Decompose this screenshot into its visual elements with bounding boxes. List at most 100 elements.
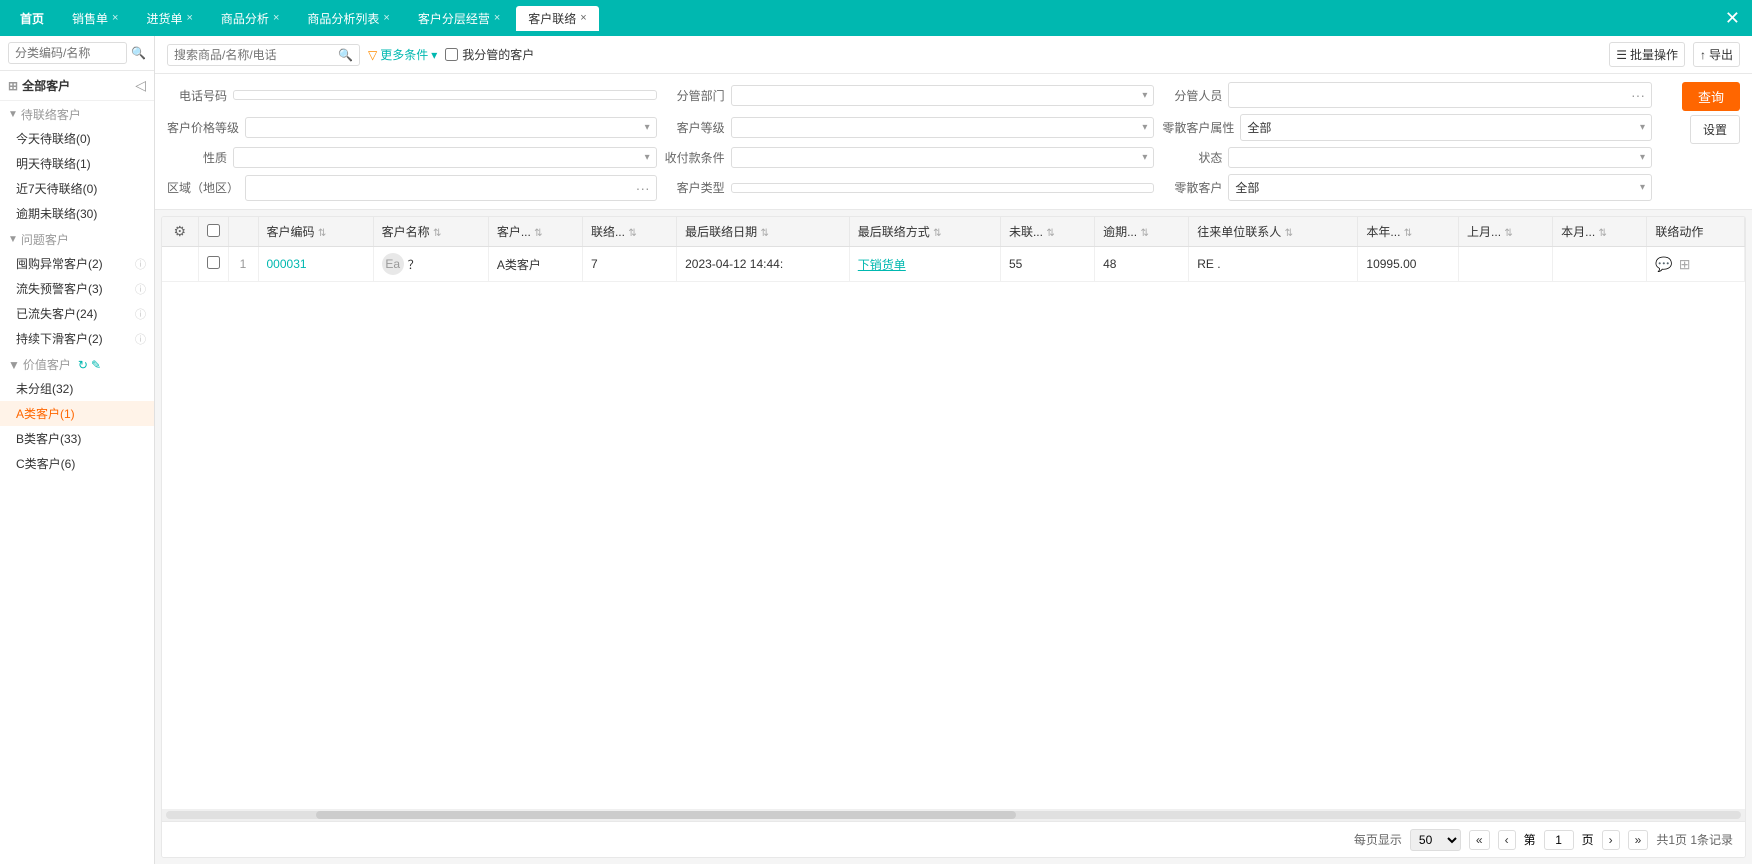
row-settings-cell <box>162 247 198 282</box>
dept-label: 分管部门 <box>665 87 725 104</box>
filter-row-2: 客户价格等级 ▾ 客户等级 ▾ <box>167 114 1652 141</box>
settings-button[interactable]: 设置 <box>1690 115 1740 144</box>
sidebar-item-abnormal-hoard[interactable]: 囤购异常客户(2) ⓘ <box>0 251 154 276</box>
nav-tab-close-product-analysis[interactable]: × <box>273 12 279 24</box>
row-no-contact-cell: 55 <box>1000 247 1094 282</box>
payment-dropdown-icon: ▾ <box>1142 152 1147 163</box>
row-unit-contact-cell: RE . <box>1189 247 1358 282</box>
sidebar-item-declining[interactable]: 持续下滑客户(2) ⓘ <box>0 326 154 351</box>
payment-label: 收付款条件 <box>665 149 725 166</box>
last-method-link[interactable]: 下销货单 <box>858 258 906 272</box>
query-button[interactable]: 查询 <box>1682 82 1740 111</box>
sidebar-item-tomorrow-pending[interactable]: 明天待联络(1) <box>0 151 154 176</box>
row-action-cell: 💬 ⊞ <box>1647 247 1745 282</box>
nav-tab-close-product-analysis-list[interactable]: × <box>383 12 389 24</box>
row-checkbox[interactable] <box>207 256 220 269</box>
first-page-button[interactable]: « <box>1469 830 1490 850</box>
customer-table: ⚙ 客户编码 ⇅ 客户名称 <box>162 217 1745 282</box>
sort-overdue-icon: ⇅ <box>1140 228 1148 239</box>
sort-thismonth-icon: ⇅ <box>1599 228 1607 239</box>
my-customers-check[interactable] <box>445 48 458 61</box>
page-label: 第 <box>1524 831 1536 848</box>
scroll-thumb[interactable] <box>316 811 1016 819</box>
payment-select[interactable]: ▾ <box>731 147 1155 168</box>
sidebar-item-overdue-pending[interactable]: 逾期未联络(30) <box>0 201 154 226</box>
person-label: 分管人员 <box>1162 87 1222 104</box>
prev-page-button[interactable]: ‹ <box>1498 830 1516 850</box>
table-scroll-area[interactable]: ⚙ 客户编码 ⇅ 客户名称 <box>162 217 1745 809</box>
nav-tab-customer-layer[interactable]: 客户分层经营 × <box>406 6 512 31</box>
per-page-select[interactable]: 50 100 200 <box>1410 829 1461 851</box>
close-all-tabs-button[interactable]: ✕ <box>1721 4 1744 33</box>
next-page-button[interactable]: › <box>1602 830 1620 850</box>
status-label: 状态 <box>1162 149 1222 166</box>
table-header-num <box>228 217 258 247</box>
customer-type-input[interactable] <box>731 183 1155 193</box>
nav-tab-close-customer-layer[interactable]: × <box>494 12 500 24</box>
price-grade-label: 客户价格等级 <box>167 119 239 136</box>
filter-cell-customer-type: 客户类型 <box>665 179 1155 196</box>
nav-tab-sales[interactable]: 销售单 × <box>60 6 130 31</box>
sort-thisyear-icon: ⇅ <box>1404 228 1412 239</box>
table-row: 1 000031 Ea ？ <box>162 247 1745 282</box>
nature-select[interactable]: ▾ <box>233 147 657 168</box>
export-button[interactable]: ↑ 导出 <box>1693 42 1740 67</box>
sidebar-item-today-pending[interactable]: 今天待联络(0) <box>0 126 154 151</box>
page-number-input[interactable] <box>1544 830 1574 850</box>
nav-tab-product-analysis-list[interactable]: 商品分析列表 × <box>295 6 401 31</box>
my-customers-checkbox: 我分管的客户 <box>445 46 534 63</box>
retail-attr-select[interactable]: 全部 ▾ <box>1240 114 1652 141</box>
search-input[interactable] <box>174 48 334 62</box>
person-select[interactable]: ··· <box>1228 82 1652 108</box>
batch-ops-button[interactable]: ☰ 批量操作 <box>1609 42 1685 67</box>
nav-tab-product-analysis[interactable]: 商品分析 × <box>209 6 291 31</box>
phone-input[interactable] <box>233 90 657 100</box>
sort-code-icon: ⇅ <box>318 228 326 239</box>
nav-home[interactable]: 首页 <box>8 6 56 31</box>
horizontal-scrollbar[interactable] <box>162 809 1745 821</box>
filter-cell-person: 分管人员 ··· <box>1162 82 1652 108</box>
scroll-track <box>166 811 1741 819</box>
more-filter-button[interactable]: ▽ 更多条件 ▾ <box>368 46 437 63</box>
batch-ops-icon: ☰ <box>1616 48 1627 62</box>
nav-tab-close-purchase[interactable]: × <box>186 12 192 24</box>
table-header-checkbox <box>198 217 228 247</box>
edit-icon[interactable]: ✎ <box>91 358 101 372</box>
nav-tab-customer-contact[interactable]: 客户联络 × <box>516 6 598 31</box>
filter-action-buttons: 查询 设置 <box>1660 82 1740 201</box>
filter-bar: 🔍 ▽ 更多条件 ▾ 我分管的客户 ☰ 批量操作 ↑ 导出 <box>155 36 1752 74</box>
last-page-button[interactable]: » <box>1628 830 1649 850</box>
status-select[interactable]: ▾ <box>1228 147 1652 168</box>
sidebar-item-class-a[interactable]: A类客户(1) <box>0 401 154 426</box>
row-this-year-cell: 10995.00 <box>1358 247 1459 282</box>
refresh-icon[interactable]: ↻ <box>78 358 88 372</box>
info-icon: ⓘ <box>135 256 146 272</box>
table-gear-icon[interactable]: ⚙ <box>173 223 186 239</box>
chat-action-icon[interactable]: 💬 <box>1655 256 1672 273</box>
search-icon[interactable]: 🔍 <box>338 48 353 62</box>
phone-label: 电话号码 <box>167 87 227 104</box>
sidebar-item-class-b[interactable]: B类客户(33) <box>0 426 154 451</box>
region-select[interactable]: ··· <box>245 175 657 201</box>
region-more-icon: ··· <box>636 180 650 196</box>
customer-code-link[interactable]: 000031 <box>267 257 307 271</box>
sidebar-item-week-pending[interactable]: 近7天待联络(0) <box>0 176 154 201</box>
sidebar-item-unclassified[interactable]: 未分组(32) <box>0 376 154 401</box>
price-grade-select[interactable]: ▾ <box>245 117 657 138</box>
table-select-all[interactable] <box>207 224 220 237</box>
nav-tab-close-sales[interactable]: × <box>112 12 118 24</box>
sidebar-collapse-button[interactable]: ◁ <box>135 77 146 94</box>
sidebar-item-class-c[interactable]: C类客户(6) <box>0 451 154 476</box>
sidebar-item-churn-warning[interactable]: 流失预警客户(3) ⓘ <box>0 276 154 301</box>
customer-grade-select[interactable]: ▾ <box>731 117 1155 138</box>
sidebar-search-input[interactable] <box>8 42 127 64</box>
sidebar-item-churned[interactable]: 已流失客户(24) ⓘ <box>0 301 154 326</box>
dept-select[interactable]: ▾ <box>731 85 1155 106</box>
sidebar-search-icon[interactable]: 🔍 <box>131 46 146 60</box>
nav-tab-purchase[interactable]: 进货单 × <box>134 6 204 31</box>
nav-tab-close-customer-contact[interactable]: × <box>580 12 586 24</box>
grid-action-icon[interactable]: ⊞ <box>1679 256 1691 273</box>
table-header-settings: ⚙ <box>162 217 198 247</box>
retail-select[interactable]: 全部 ▾ <box>1228 174 1652 201</box>
sidebar-search-area: 🔍 <box>0 36 154 71</box>
